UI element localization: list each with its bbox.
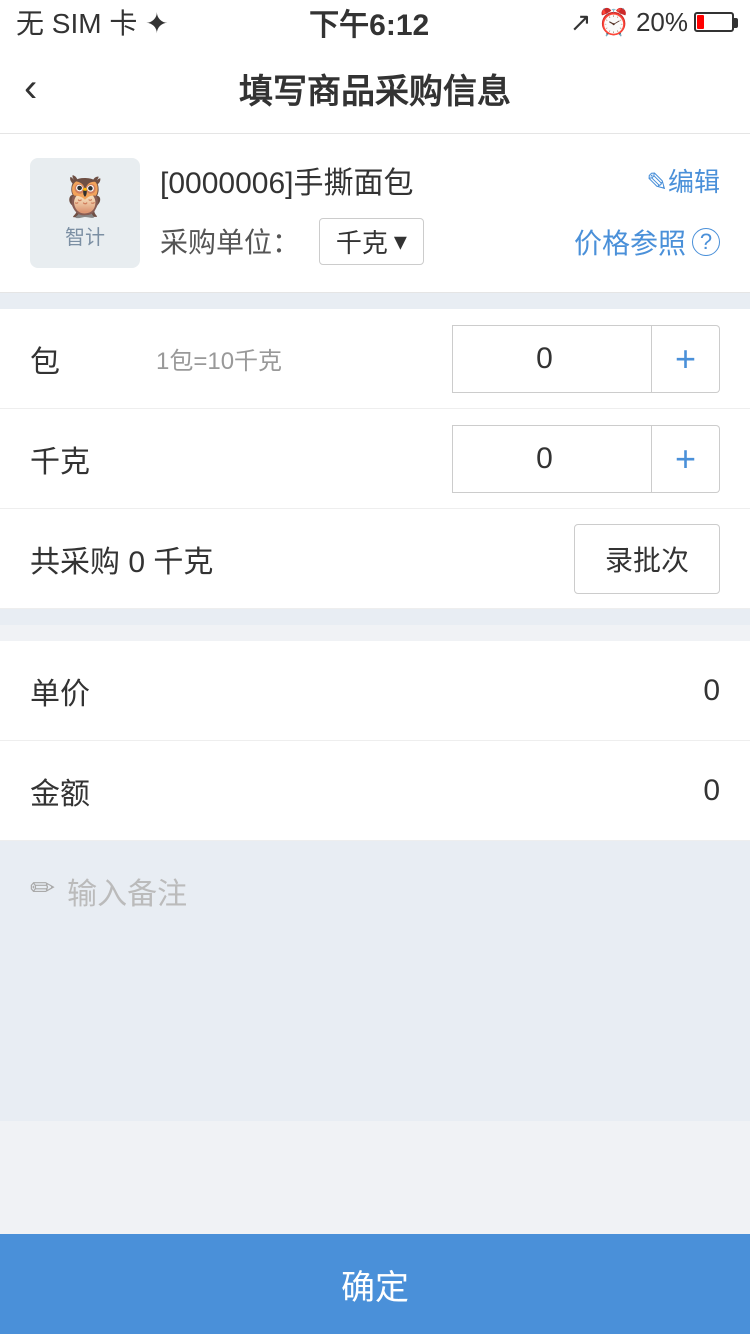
product-thumbnail: 🦉 智计 xyxy=(30,158,140,268)
section-divider-2 xyxy=(0,609,750,625)
status-time: 下午6:12 xyxy=(309,0,429,44)
unit-dropdown-arrow: ▾ xyxy=(394,226,407,257)
product-card: 🦉 智计 [0000006]手撕面包 ✎编辑 采购单位： 千克 ▾ 价格参照 ? xyxy=(0,134,750,293)
bag-input[interactable] xyxy=(452,325,652,393)
product-info: [0000006]手撕面包 ✎编辑 采购单位： 千克 ▾ 价格参照 ? xyxy=(160,158,720,265)
kg-plus-button[interactable]: + xyxy=(652,425,720,493)
back-button[interactable]: ‹ xyxy=(24,66,37,111)
input-section: 包 1包=10千克 + 千克 + 共采购 0 千克 录批次 xyxy=(0,309,750,609)
price-section: 单价 0 金额 0 xyxy=(0,641,750,841)
unit-label: 采购单位： xyxy=(160,227,300,258)
price-ref-button[interactable]: 价格参照 ? xyxy=(574,222,720,262)
section-divider-1 xyxy=(0,293,750,309)
status-bar: 无 SIM 卡 ✦ 下午6:12 ↗ ⏰ 20% xyxy=(0,0,750,44)
unit-price-row: 单价 0 xyxy=(0,641,750,741)
location-icon: ↗ xyxy=(570,7,592,38)
unit-price-label: 单价 xyxy=(30,669,90,713)
summary-text: 共采购 0 千克 xyxy=(30,537,213,581)
product-name: [0000006]手撕面包 xyxy=(160,158,413,202)
unit-select[interactable]: 千克 ▾ xyxy=(319,218,424,265)
price-ref-help-icon: ? xyxy=(692,228,720,256)
bottom-spacer xyxy=(0,1121,750,1221)
product-header: [0000006]手撕面包 ✎编辑 xyxy=(160,158,720,202)
bag-sublabel: 1包=10千克 xyxy=(156,341,282,376)
kg-input-group: + xyxy=(452,425,720,493)
summary-row: 共采购 0 千克 录批次 xyxy=(0,509,750,609)
alarm-icon: ⏰ xyxy=(598,7,630,38)
note-section[interactable]: ✏ 输入备注 xyxy=(0,841,750,1121)
bag-plus-button[interactable]: + xyxy=(652,325,720,393)
sim-label: 无 SIM 卡 ✦ xyxy=(16,2,169,42)
product-unit-row: 采购单位： 千克 ▾ 价格参照 ? xyxy=(160,218,720,265)
kg-input-row: 千克 + xyxy=(0,409,750,509)
note-placeholder: 输入备注 xyxy=(67,869,187,913)
kg-input[interactable] xyxy=(452,425,652,493)
amount-label: 金额 xyxy=(30,769,90,813)
bag-input-row: 包 1包=10千克 + xyxy=(0,309,750,409)
battery-icon xyxy=(694,12,734,32)
unit-price-value: 0 xyxy=(703,674,720,708)
status-right: ↗ ⏰ 20% xyxy=(570,7,734,38)
confirm-button-label: 确定 xyxy=(341,1260,409,1309)
record-batch-button[interactable]: 录批次 xyxy=(574,524,720,594)
bag-label: 包 xyxy=(30,337,150,381)
product-thumb-label: 智计 xyxy=(65,221,105,250)
nav-bar: ‹ 填写商品采购信息 xyxy=(0,44,750,134)
amount-value: 0 xyxy=(703,774,720,808)
note-icon: ✏ xyxy=(30,871,55,906)
product-edit-button[interactable]: ✎编辑 xyxy=(646,162,720,199)
price-ref-label: 价格参照 xyxy=(574,222,686,262)
product-thumb-icon: 🦉 xyxy=(60,177,110,217)
confirm-button[interactable]: 确定 xyxy=(0,1234,750,1334)
unit-value: 千克 xyxy=(336,223,388,260)
unit-selector-group: 采购单位： 千克 ▾ xyxy=(160,218,424,265)
kg-label: 千克 xyxy=(30,437,150,481)
status-left: 无 SIM 卡 ✦ xyxy=(16,2,169,42)
bag-input-group: + xyxy=(452,325,720,393)
battery-percent: 20% xyxy=(636,7,688,38)
amount-row: 金额 0 xyxy=(0,741,750,841)
page-title: 填写商品采购信息 xyxy=(239,64,511,113)
